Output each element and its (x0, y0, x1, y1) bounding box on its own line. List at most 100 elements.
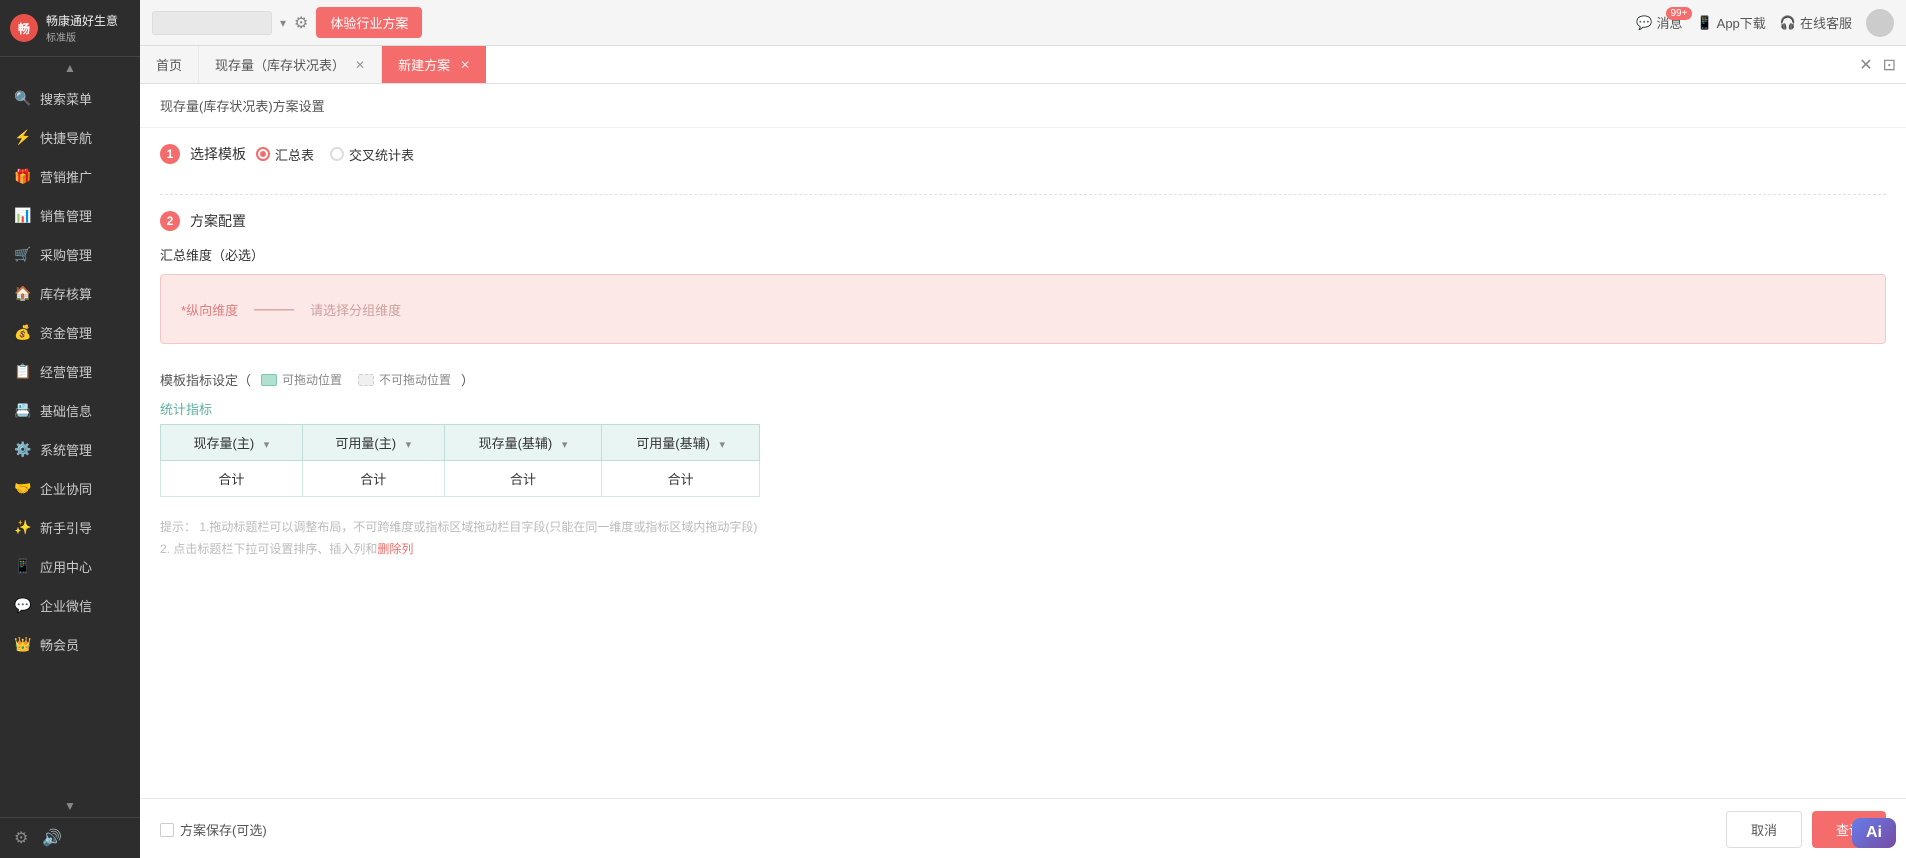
sidebar-item-label: 企业协同 (40, 479, 92, 498)
industry-btn[interactable]: 体验行业方案 (316, 7, 422, 38)
scroll-up-btn[interactable]: ▲ (0, 57, 140, 79)
volume-icon[interactable]: 🔊 (42, 828, 62, 848)
sidebar-item-marketing[interactable]: 🎁 营销推广 (0, 157, 140, 196)
sidebar-bottom: ⚙ 🔊 (0, 817, 140, 858)
col2-chevron[interactable]: ▾ (406, 439, 412, 451)
table-row: 合计 合计 合计 合计 (161, 461, 760, 497)
col-header-4[interactable]: 可用量(基辅) ▾ (602, 425, 760, 461)
tab-new-plan[interactable]: 新建方案 ✕ (382, 46, 486, 83)
wechat-icon: 💬 (14, 597, 32, 615)
tip-line-2: 2. 点击标题栏下拉可设置排序、插入列和删除列 (160, 539, 1886, 561)
sidebar-item-guide[interactable]: ✨ 新手引导 (0, 508, 140, 547)
tab-home-label: 首页 (156, 55, 182, 74)
sidebar-item-search[interactable]: 🔍 搜索菜单 (0, 79, 140, 118)
col3-chevron[interactable]: ▾ (562, 439, 568, 451)
dim-required-label: *纵向维度 (181, 300, 238, 319)
tip-line-1: 提示： 1.拖动标题栏可以调整布局，不可跨维度或指标区域拖动栏目字段(只能在同一… (160, 517, 1886, 539)
sidebar-item-sales[interactable]: 📊 销售管理 (0, 196, 140, 235)
guide-icon: ✨ (14, 519, 32, 537)
service-btn[interactable]: 🎧 在线客服 (1780, 13, 1852, 32)
sidebar-item-label: 畅会员 (40, 635, 79, 654)
stats-title: 统计指标 (160, 399, 1886, 418)
step1-header: 1 选择模板 汇总表 交叉统计表 (160, 144, 1886, 164)
sidebar-item-label: 经营管理 (40, 362, 92, 381)
radio-summary[interactable]: 汇总表 (256, 145, 314, 164)
app-icon: 📱 (1696, 15, 1712, 31)
cell-1-4: 合计 (602, 461, 760, 497)
msg-btn[interactable]: 💬 消息 99+ (1636, 13, 1682, 32)
sidebar-item-baseinfo[interactable]: 📇 基础信息 (0, 391, 140, 430)
stats-table: 现存量(主) ▾ 可用量(主) ▾ 现存量(基辅) ▾ 可用量(基辅) ▾ (160, 424, 760, 497)
app-download-btn[interactable]: 📱 App下载 (1696, 13, 1765, 32)
radio-summary-dot (256, 147, 270, 161)
user-avatar[interactable] (1866, 9, 1894, 37)
sidebar-item-operation[interactable]: 📋 经营管理 (0, 352, 140, 391)
col4-chevron[interactable]: ▾ (720, 439, 726, 451)
search-wrap (152, 11, 272, 35)
template-radio-group: 汇总表 交叉统计表 (256, 145, 414, 164)
sidebar-item-label: 新手引导 (40, 518, 92, 537)
radio-cross[interactable]: 交叉统计表 (330, 145, 414, 164)
marketing-icon: 🎁 (14, 168, 32, 186)
legend-group: 可拖动位置 不可拖动位置 (261, 371, 451, 388)
tab-new-label: 新建方案 (398, 55, 450, 74)
topbar-right: 💬 消息 99+ 📱 App下载 🎧 在线客服 (1636, 9, 1894, 37)
tab-inventory-close[interactable]: ✕ (355, 58, 365, 72)
tab-close-window-icon[interactable]: ✕ (1859, 55, 1872, 75)
finance-icon: 💰 (14, 324, 32, 342)
save-checkbox[interactable] (160, 823, 174, 837)
sidebar-item-inventory[interactable]: 🏠 库存核算 (0, 274, 140, 313)
step1-badge: 1 (160, 144, 180, 164)
sidebar-item-purchase[interactable]: 🛒 采购管理 (0, 235, 140, 274)
col-header-3[interactable]: 现存量(基辅) ▾ (444, 425, 602, 461)
sidebar-item-collab[interactable]: 🤝 企业协同 (0, 469, 140, 508)
sidebar-item-label: 资金管理 (40, 323, 92, 342)
settings-icon[interactable]: ⚙ (14, 828, 28, 848)
col-header-2[interactable]: 可用量(主) ▾ (302, 425, 444, 461)
search-icon: 🔍 (14, 90, 32, 108)
step1-section: 1 选择模板 汇总表 交叉统计表 (140, 128, 1906, 194)
step2-header: 2 方案配置 (160, 211, 1886, 231)
metrics-label: 模板指标设定（ 可拖动位置 不可拖动位置 ） (160, 370, 1886, 389)
sidebar-item-label: 营销推广 (40, 167, 92, 186)
quicknav-icon: ⚡ (14, 129, 32, 147)
footer: 方案保存(可选) 取消 查询 (140, 798, 1906, 858)
tip-section: 提示： 1.拖动标题栏可以调整布局，不可跨维度或指标区域拖动栏目字段(只能在同一… (140, 507, 1906, 580)
topbar-gear-icon[interactable]: ⚙ (294, 13, 308, 33)
appcenter-icon: 📱 (14, 558, 32, 576)
msg-badge: 99+ (1666, 7, 1693, 20)
sidebar-item-label: 快捷导航 (40, 128, 92, 147)
tab-expand-icon[interactable]: ⊡ (1883, 55, 1896, 75)
tab-actions: ✕ ⊡ (1849, 46, 1906, 83)
topbar-search-input[interactable] (152, 11, 272, 35)
tab-home[interactable]: 首页 (140, 46, 199, 83)
main-area: ▾ ⚙ 体验行业方案 💬 消息 99+ 📱 App下载 🎧 在线客服 首页 (140, 0, 1906, 858)
cancel-button[interactable]: 取消 (1726, 811, 1802, 848)
dimension-box[interactable]: *纵向维度 —— 请选择分组维度 (160, 274, 1886, 344)
baseinfo-icon: 📇 (14, 402, 32, 420)
tab-new-close[interactable]: ✕ (460, 58, 470, 72)
service-icon: 🎧 (1780, 15, 1796, 31)
sidebar-item-label: 搜索菜单 (40, 89, 92, 108)
ai-badge[interactable]: Ai (1852, 818, 1896, 848)
topbar-chevron-icon[interactable]: ▾ (280, 16, 286, 30)
col-header-1[interactable]: 现存量(主) ▾ (161, 425, 303, 461)
sidebar-item-label: 销售管理 (40, 206, 92, 225)
sidebar-item-quicknav[interactable]: ⚡ 快捷导航 (0, 118, 140, 157)
save-option: 方案保存(可选) (160, 820, 267, 839)
sidebar-logo: 畅 畅康通好生意 标准版 (0, 0, 140, 57)
sidebar-item-system[interactable]: ⚙️ 系统管理 (0, 430, 140, 469)
tab-inventory[interactable]: 现存量（库存状况表） ✕ (199, 46, 382, 83)
sidebar-item-appcenter[interactable]: 📱 应用中心 (0, 547, 140, 586)
sidebar-item-wechat[interactable]: 💬 企业微信 (0, 586, 140, 625)
save-label: 方案保存(可选) (180, 820, 267, 839)
cell-1-2: 合计 (302, 461, 444, 497)
sidebar-item-member[interactable]: 👑 畅会员 (0, 625, 140, 664)
sidebar-item-label: 基础信息 (40, 401, 92, 420)
sidebar: 畅 畅康通好生意 标准版 ▲ 🔍 搜索菜单 ⚡ 快捷导航 🎁 营销推广 📊 销售… (0, 0, 140, 858)
col1-chevron[interactable]: ▾ (264, 439, 270, 451)
tab-inventory-label: 现存量（库存状况表） (215, 55, 345, 74)
sales-icon: 📊 (14, 207, 32, 225)
scroll-down-btn[interactable]: ▼ (0, 795, 140, 817)
sidebar-item-finance[interactable]: 💰 资金管理 (0, 313, 140, 352)
